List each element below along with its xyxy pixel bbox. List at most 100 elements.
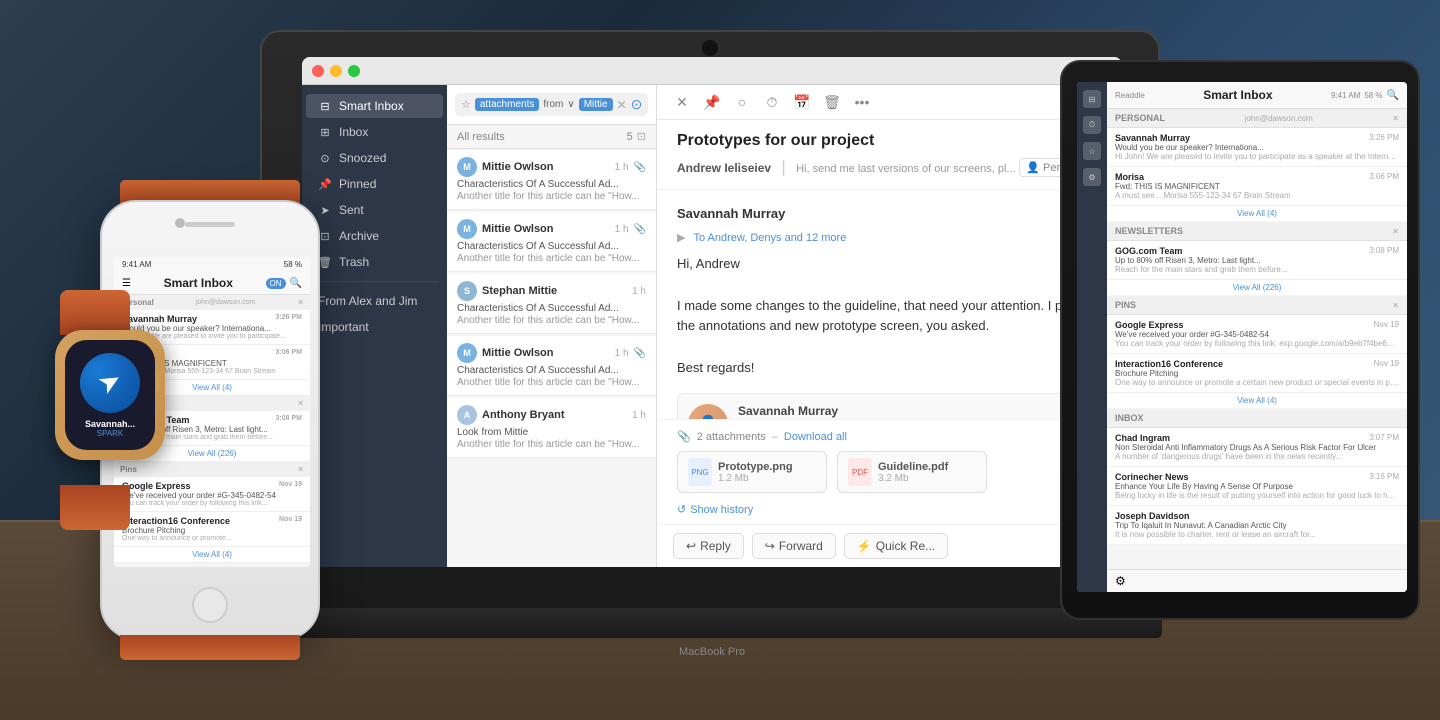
ipad-sidebar-icon-clock[interactable]: ⏱ (1083, 116, 1101, 134)
ipad-section-expand-icon[interactable]: ✕ (1392, 114, 1399, 123)
minimize-button[interactable] (330, 65, 342, 77)
iphone-section-account-personal: john@dawson.com (196, 299, 256, 306)
watch-app-icon[interactable]: ➤ (80, 353, 140, 413)
ipad-time-gog: 3:08 PM (1369, 246, 1399, 256)
attachment-icon-1: 📎 (634, 162, 646, 173)
sidebar-item-archive[interactable]: ⊡ Archive (306, 224, 443, 248)
ipad-email-item-gog[interactable]: GOG.com Team 3:08 PM Up to 80% off Risen… (1107, 241, 1407, 280)
to-row: ▶ To Andrew, Denys and 12 more (677, 231, 1102, 244)
ipad-search-icon[interactable]: 🔍 (1387, 90, 1399, 101)
reply-label: Reply (700, 539, 731, 553)
ipad-view-all-personal[interactable]: View All (4) (1107, 206, 1407, 221)
email-meta-left: Andrew Ieliseiev | Hi, send me last vers… (677, 159, 1016, 177)
attachment-pdf[interactable]: PDF Guideline.pdf 3.2 Mb (837, 451, 987, 493)
iphone-personal-expand[interactable]: ✕ (297, 298, 304, 307)
ipad-email-item-joseph[interactable]: Joseph Davidson Trip To Iqaluit In Nunav… (1107, 506, 1407, 545)
app-body: ⊟ Smart Inbox ⊞ Inbox ⊙ Snoozed 📌 (302, 85, 1122, 567)
result-item-5[interactable]: A Anthony Bryant 1 h Look from Mittie An… (447, 398, 656, 458)
ipad-section-title-inbox: Inbox (1115, 413, 1144, 423)
sender-name-3: Stephan Mittie (482, 285, 557, 297)
ipad-preview-google: You can track your order by following th… (1115, 339, 1399, 348)
ipad-email-item-savannah[interactable]: Savannah Murray 3:26 PM Would you be our… (1107, 128, 1407, 167)
arrow-icon: ▶ (677, 231, 685, 244)
download-all-link[interactable]: Download all (784, 431, 847, 443)
clock-button[interactable]: ⏱ (763, 93, 781, 111)
ipad-pins-expand-icon[interactable]: ✕ (1392, 301, 1399, 310)
iphone-search-icon[interactable]: 🔍 (290, 278, 302, 289)
iphone-newsletters-expand[interactable]: ✕ (297, 399, 304, 408)
trash-button[interactable]: 🗑 (823, 93, 841, 111)
sidebar-item-label: Smart Inbox (339, 99, 404, 113)
sidebar-item-label: Sent (339, 203, 364, 217)
watch-body: ➤ Savannah... SPARK (55, 330, 165, 460)
ipad-time-interaction: Nov 19 (1374, 359, 1399, 369)
quick-reply-button[interactable]: ⚡ Quick Re... (844, 533, 948, 559)
ipad-email-item-corinecher[interactable]: Corinecher News 3:16 PM Enhance Your Lif… (1107, 467, 1407, 506)
chip-attachments[interactable]: attachments (475, 98, 539, 111)
ipad-newsletters-expand-icon[interactable]: ✕ (1392, 227, 1399, 236)
sidebar-item-trash[interactable]: 🗑 Trash (306, 250, 443, 274)
result-item-3[interactable]: S Stephan Mittie 1 h Characteristics Of … (447, 274, 656, 334)
sender-name-5: Anthony Bryant (482, 409, 565, 421)
ipad-preview-morisa: A must see... Morisa 555-123-34 67 Brain… (1115, 191, 1399, 200)
circle-button[interactable]: ○ (733, 93, 751, 111)
ipad-view-all-pins[interactable]: View All (4) (1107, 393, 1407, 408)
iphone-home-button[interactable] (192, 587, 228, 623)
iphone-battery: 58 % (284, 260, 302, 269)
ipad-email-item-morisa[interactable]: Morisa 3:06 PM Fwd: THIS IS MAGNIFICENT … (1107, 167, 1407, 206)
forward-button[interactable]: ↪ Forward (752, 533, 836, 559)
sidebar-item-important[interactable]: Important (306, 315, 443, 339)
sidebar-item-smart-inbox[interactable]: ⊟ Smart Inbox (306, 94, 443, 118)
result-item-4[interactable]: M Mittie Owlson 1 h 📎 Characteristics Of… (447, 336, 656, 396)
expand-icon[interactable]: ⊡ (637, 130, 646, 143)
show-history-link[interactable]: ↺ Show history (657, 503, 1122, 524)
ipad-email-item-interaction[interactable]: Interaction16 Conference Nov 19 Brochure… (1107, 354, 1407, 393)
ipad-email-item-google[interactable]: Google Express Nov 19 We've received you… (1107, 315, 1407, 354)
reply-button[interactable]: ↩ Reply (673, 533, 744, 559)
sidebar-item-from-alex[interactable]: From Alex and Jim (306, 289, 443, 313)
iphone-view-all-pins[interactable]: View All (4) (114, 547, 310, 563)
ipad-subject-savannah: Would you be our speaker? Internationa..… (1115, 143, 1399, 152)
iphone-toggle-icon[interactable]: ON (266, 278, 286, 289)
ipad-email-item-chad[interactable]: Chad Ingram 3:07 PM Non Steroidal Anti I… (1107, 428, 1407, 467)
iphone-hamburger-icon[interactable]: ☰ (122, 278, 131, 289)
ipad-preview-gog: Reach for the main stars and grab them b… (1115, 265, 1399, 274)
sidebar-item-label: Snoozed (339, 151, 386, 165)
iphone-pins-expand[interactable]: ✕ (297, 465, 304, 474)
apple-watch-device: ➤ Savannah... SPARK (40, 330, 180, 490)
sidebar-item-sent[interactable]: ➤ Sent (306, 198, 443, 222)
ipad-sidebar-icon-home[interactable]: ⊟ (1083, 90, 1101, 108)
iphone-email-item-interaction16[interactable]: Interaction16 Conference Nov 19 Brochure… (114, 512, 310, 547)
fullscreen-button[interactable] (348, 65, 360, 77)
sidebar-item-inbox[interactable]: ⊞ Inbox (306, 120, 443, 144)
calendar-button[interactable]: 📅 (793, 93, 811, 111)
ipad-settings-icon[interactable]: ⚙ (1115, 574, 1126, 588)
ipad-view-all-newsletters[interactable]: View All (226) (1107, 280, 1407, 295)
ipad-time-morisa: 3:06 PM (1369, 172, 1399, 182)
back-button[interactable]: ✕ (673, 93, 691, 111)
close-button[interactable] (312, 65, 324, 77)
attachment-png[interactable]: PNG Prototype.png 1.2 Mb (677, 451, 827, 493)
attachment-count: 2 attachments (697, 431, 766, 443)
result-item-1[interactable]: M Mittie Owlson 1 h 📎 Characteristics Of… (447, 150, 656, 210)
pin-button[interactable]: 📌 (703, 93, 721, 111)
subject-1: Characteristics Of A Successful Ad... (457, 179, 646, 190)
ipad-sidebar-icon-settings[interactable]: ⚙ (1083, 168, 1101, 186)
search-chips[interactable]: ☆ attachments from ∨ Mittie ✕ ⊙ (455, 93, 648, 116)
sidebar-item-pinned[interactable]: 📌 Pinned (306, 172, 443, 196)
search-go-icon[interactable]: ⊙ (631, 96, 643, 113)
ipad-body: ⊟ ⏱ ☆ ⚙ Readdle Smart Inbox 9:41 AM 58 (1060, 60, 1420, 620)
sidebar-item-snoozed[interactable]: ⊙ Snoozed (306, 146, 443, 170)
iphone-nav-bar: ☰ Smart Inbox ON 🔍 (114, 272, 310, 295)
ipad-time-chad: 3:07 PM (1369, 433, 1399, 443)
email-actions: ↩ Reply ↪ Forward ⚡ Quick Re... (657, 524, 1122, 567)
sent-icon: ➤ (318, 203, 332, 217)
result-item-2[interactable]: M Mittie Owlson 1 h 📎 Characteristics Of… (447, 212, 656, 272)
ipad-sidebar-icon-star[interactable]: ☆ (1083, 142, 1101, 160)
email-body-area: Savannah Murray ▶ To Andrew, Denys and 1… (657, 190, 1122, 419)
chip-from: from (543, 99, 563, 110)
clear-search-button[interactable]: ✕ (617, 98, 627, 112)
chip-mittie[interactable]: Mittie (579, 98, 613, 111)
more-button[interactable]: ••• (853, 93, 871, 111)
ipad-status-right: 9:41 AM 58 % 🔍 (1331, 90, 1399, 101)
